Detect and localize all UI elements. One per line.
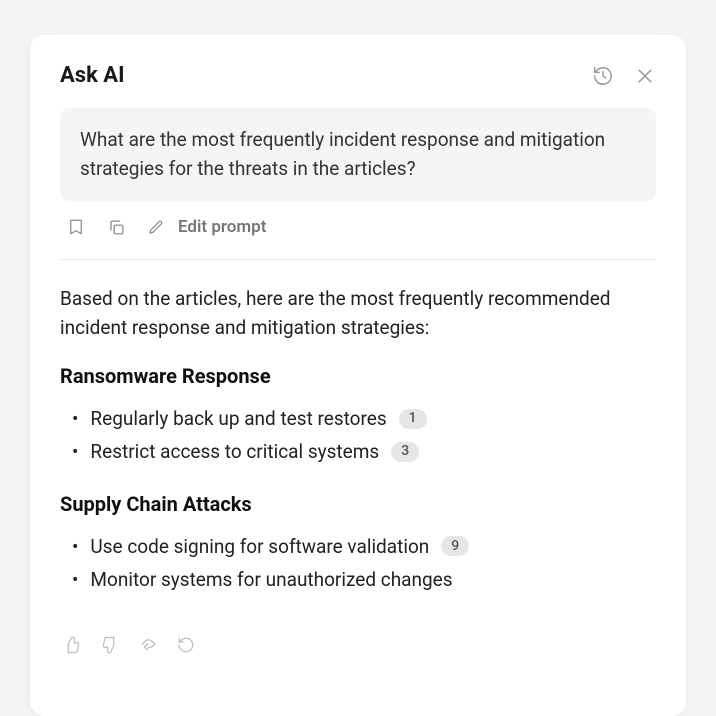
list-item-text: Use code signing for software validation <box>90 532 429 561</box>
list-item-text: Monitor systems for unauthorized changes <box>90 565 452 594</box>
bookmark-icon[interactable] <box>66 217 86 237</box>
thumbs-up-icon[interactable] <box>62 635 82 655</box>
bullet-dot: • <box>72 532 78 561</box>
regenerate-icon[interactable] <box>176 635 196 655</box>
list-item-text: Regularly back up and test restores <box>90 404 386 433</box>
bullet-dot: • <box>72 404 78 433</box>
list-item: • Use code signing for software validati… <box>72 530 656 563</box>
bullet-list: • Regularly back up and test restores 1 … <box>60 402 656 469</box>
feedback-row <box>60 617 656 655</box>
reference-badge[interactable]: 3 <box>391 442 419 462</box>
bullet-list: • Use code signing for software validati… <box>60 530 656 597</box>
thumbs-down-icon[interactable] <box>100 635 120 655</box>
card-header: Ask AI <box>60 63 656 88</box>
pencil-icon <box>146 217 166 237</box>
prompt-action-row: Edit prompt <box>60 217 656 260</box>
copy-icon[interactable] <box>106 217 126 237</box>
page-background: Ask AI What are the most <box>0 0 716 716</box>
history-icon[interactable] <box>592 65 614 87</box>
section-heading: Ransomware Response <box>60 361 656 392</box>
list-item-text: Restrict access to critical systems <box>90 437 379 466</box>
close-icon[interactable] <box>634 65 656 87</box>
prompt-box: What are the most frequently incident re… <box>60 108 656 201</box>
list-item: • Restrict access to critical systems 3 <box>72 435 656 468</box>
answer-body: Based on the articles, here are the most… <box>60 284 656 597</box>
bullet-dot: • <box>72 565 78 594</box>
list-item: • Regularly back up and test restores 1 <box>72 402 656 435</box>
share-icon[interactable] <box>138 635 158 655</box>
reference-badge[interactable]: 9 <box>441 536 469 556</box>
answer-intro: Based on the articles, here are the most… <box>60 284 656 343</box>
ask-ai-card: Ask AI What are the most <box>30 35 686 716</box>
bullet-dot: • <box>72 437 78 466</box>
list-item: • Monitor systems for unauthorized chang… <box>72 563 656 596</box>
header-icon-group <box>592 65 656 87</box>
prompt-text: What are the most frequently incident re… <box>80 128 605 180</box>
card-title: Ask AI <box>60 63 125 88</box>
reference-badge[interactable]: 1 <box>399 409 427 429</box>
section-heading: Supply Chain Attacks <box>60 489 656 520</box>
edit-prompt-button[interactable]: Edit prompt <box>146 217 266 237</box>
edit-prompt-label: Edit prompt <box>178 217 266 237</box>
